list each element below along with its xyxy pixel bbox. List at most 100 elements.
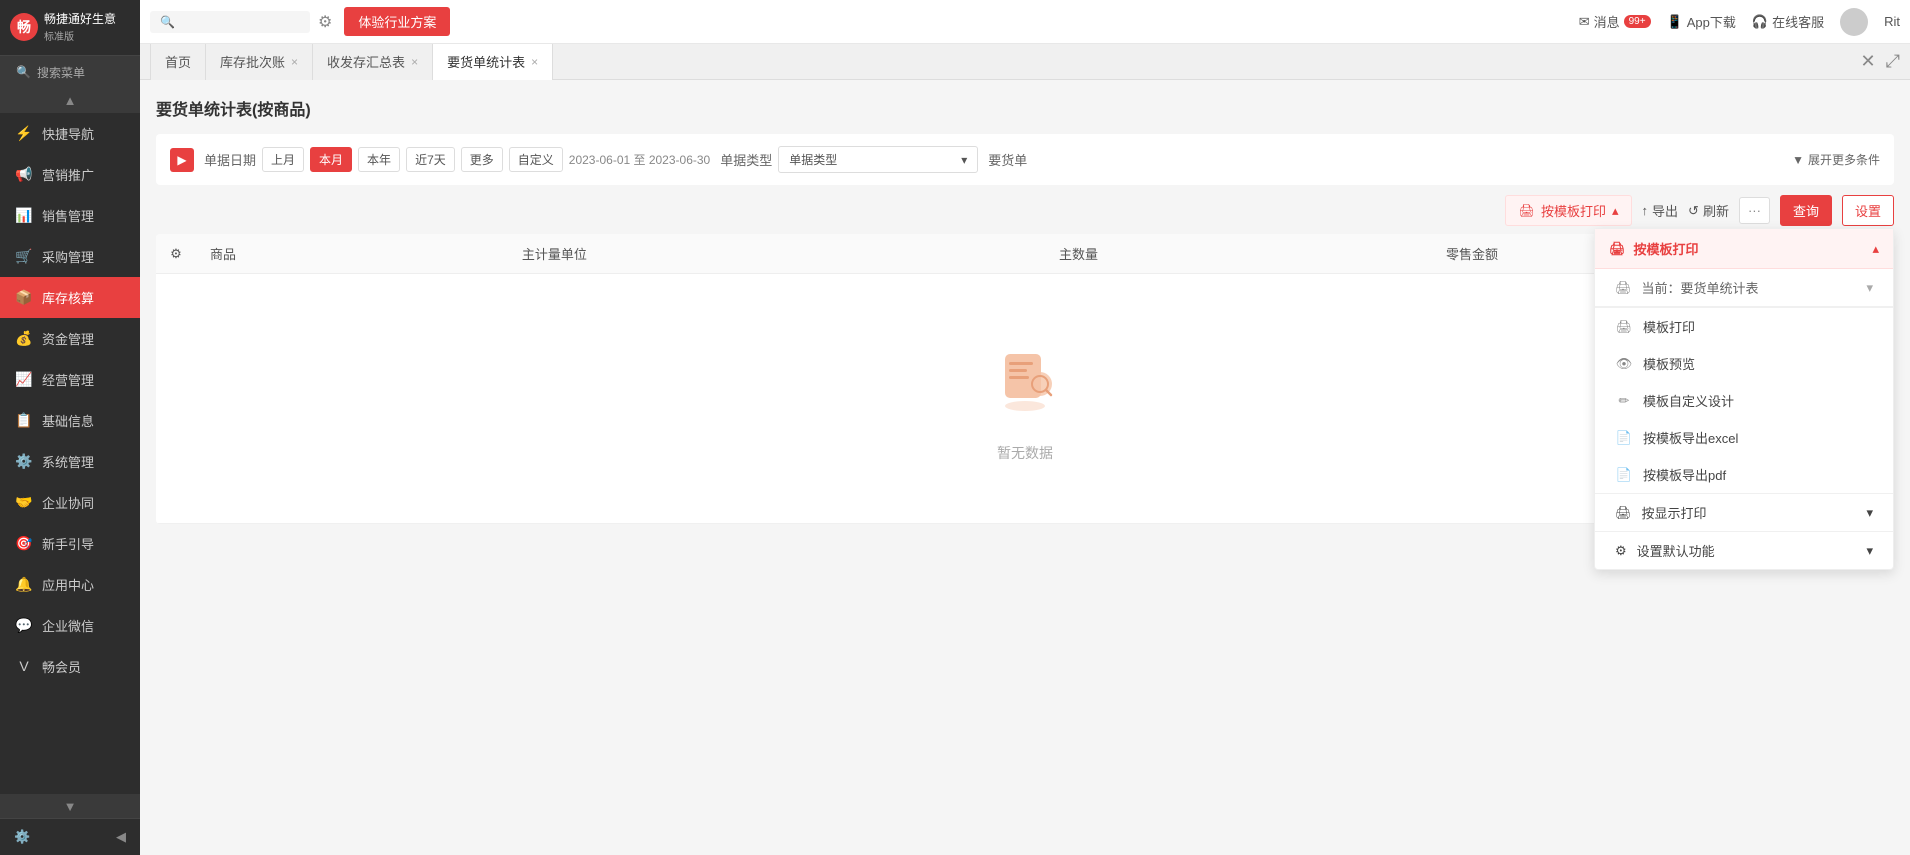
main-area: 🔍 ⚙ 体验行业方案 ✉ 消息 99+ 📱 App下载 🎧 在线客服 Rit <box>140 0 1910 855</box>
topbar-gear-icon[interactable]: ⚙ <box>318 12 332 32</box>
date-btn-prev-month[interactable]: 上月 <box>262 147 304 172</box>
trial-btn[interactable]: 体验行业方案 <box>344 7 450 36</box>
date-btn-custom[interactable]: 自定义 <box>509 147 563 172</box>
dropdown-title: 按模板打印 <box>1634 239 1699 258</box>
sidebar-item-basic[interactable]: 📋 基础信息 <box>0 400 140 441</box>
col-gear[interactable]: ⚙ <box>156 234 196 274</box>
query-btn[interactable]: 查询 <box>1780 195 1832 226</box>
maximize-btn[interactable]: ⤢ <box>1886 51 1900 72</box>
export-btn[interactable]: ↑ 导出 <box>1642 201 1679 220</box>
sidebar-item-wechat[interactable]: 💬 企业微信 <box>0 605 140 646</box>
sidebar-item-quick-nav[interactable]: ⚡ 快捷导航 <box>0 113 140 154</box>
current-icon: 🖨 <box>1615 280 1632 296</box>
dropdown-header[interactable]: 🖨 按模板打印 ▴ <box>1595 229 1893 269</box>
user-avatar[interactable] <box>1840 8 1868 36</box>
sidebar-item-label: 企业协同 <box>42 493 94 512</box>
sidebar-search-label: 搜索菜单 <box>37 64 85 81</box>
sidebar-item-finance[interactable]: 💰 资金管理 <box>0 318 140 359</box>
basic-icon: 📋 <box>14 412 34 429</box>
tab-home-label: 首页 <box>165 52 191 71</box>
sidebar-item-inventory[interactable]: 📦 库存核算 <box>0 277 140 318</box>
dropdown-item-template-design[interactable]: ✏ 模板自定义设计 <box>1595 382 1893 419</box>
sidebar-item-label: 营销推广 <box>42 165 94 184</box>
sidebar-nav: ⚡ 快捷导航 📢 营销推广 📊 销售管理 🛒 采购管理 📦 库存核算 💰 资金管… <box>0 113 140 794</box>
dropdown-item-template-excel[interactable]: 📄 按模板导出excel <box>1595 419 1893 456</box>
tab-order-stats-close[interactable]: × <box>531 55 538 69</box>
dropdown-item-template-preview[interactable]: 👁 模板预览 <box>1595 345 1893 382</box>
print-dropdown-popup: 🖨 按模板打印 ▴ 🖨 当前：要货单统计表 ▾ 🖨 模板打印 <box>1594 228 1894 570</box>
sidebar-item-label: 应用中心 <box>42 575 94 594</box>
set-default-label: 设置默认功能 <box>1637 541 1715 560</box>
topbar-search-input[interactable] <box>175 15 285 29</box>
sidebar-collapse-icon[interactable]: ◀ <box>116 829 126 845</box>
expand-conditions-btn[interactable]: ▼ 展开更多条件 <box>1792 151 1880 168</box>
dropdown-item-display-print[interactable]: 🖨 按显示打印 ▾ <box>1595 494 1893 531</box>
display-print-icon: 🖨 <box>1615 505 1632 521</box>
date-btn-this-year[interactable]: 本年 <box>358 147 400 172</box>
tab-batch-accounts-close[interactable]: × <box>291 55 298 69</box>
sidebar-item-purchase[interactable]: 🛒 采购管理 <box>0 236 140 277</box>
sidebar-item-marketing[interactable]: 📢 营销推广 <box>0 154 140 195</box>
phone-icon: 📱 <box>1667 14 1683 30</box>
set-default-chevron: ▾ <box>1866 543 1873 559</box>
date-btn-more[interactable]: 更多 <box>461 147 503 172</box>
sidebar-item-label: 采购管理 <box>42 247 94 266</box>
order-type-value: 单据类型 <box>789 151 837 168</box>
page-title: 要货单统计表(按商品) <box>156 96 1894 120</box>
set-default-icon: ⚙ <box>1615 543 1627 559</box>
sidebar-item-collab[interactable]: 🤝 企业协同 <box>0 482 140 523</box>
tab-collection-summary-close[interactable]: × <box>411 55 418 69</box>
dropdown-item-template-pdf[interactable]: 📄 按模板导出pdf <box>1595 456 1893 493</box>
wechat-icon: 💬 <box>14 617 34 634</box>
sidebar-item-appstore[interactable]: 🔔 应用中心 <box>0 564 140 605</box>
marketing-icon: 📢 <box>14 166 34 183</box>
date-btn-this-month[interactable]: 本月 <box>310 147 352 172</box>
guide-icon: 🎯 <box>14 535 34 552</box>
sidebar-item-guide[interactable]: 🎯 新手引导 <box>0 523 140 564</box>
sidebar-item-operation[interactable]: 📈 经营管理 <box>0 359 140 400</box>
sidebar-item-system[interactable]: ⚙️ 系统管理 <box>0 441 140 482</box>
print-template-btn[interactable]: 🖨 按模板打印 ▴ <box>1505 195 1631 226</box>
order-type-select[interactable]: 单据类型 ▾ <box>778 146 978 173</box>
display-print-label: 按显示打印 <box>1642 503 1707 522</box>
app-download-btn[interactable]: 📱 App下载 <box>1667 12 1736 31</box>
topbar-search-box[interactable]: 🔍 <box>150 11 310 33</box>
sidebar-item-label: 畅会员 <box>42 657 81 676</box>
tab-batch-accounts[interactable]: 库存批次账 × <box>206 44 313 80</box>
refresh-btn[interactable]: ↺ 刷新 <box>1688 201 1729 220</box>
tab-home[interactable]: 首页 <box>150 44 206 80</box>
logo-text: 畅捷通好生意 标准版 <box>44 12 116 43</box>
sidebar-item-sales[interactable]: 📊 销售管理 <box>0 195 140 236</box>
date-btn-7days[interactable]: 近7天 <box>406 147 455 172</box>
sidebar-search[interactable]: 🔍 搜索菜单 <box>0 56 140 89</box>
chevron-down-icon: ▾ <box>961 153 967 167</box>
messages-btn[interactable]: ✉ 消息 99+ <box>1579 12 1651 31</box>
filter-expand-arrow[interactable]: ▶ <box>170 148 194 172</box>
tab-collection-summary[interactable]: 收发存汇总表 × <box>313 44 433 80</box>
sidebar-settings-icon[interactable]: ⚙️ <box>14 829 30 845</box>
template-print-label: 模板打印 <box>1643 317 1695 336</box>
close-all-btn[interactable]: ✕ <box>1861 51 1876 72</box>
col-quantity: 主数量 <box>1045 234 1432 274</box>
tab-order-stats[interactable]: 要货单统计表 × <box>433 44 553 80</box>
online-service-btn[interactable]: 🎧 在线客服 <box>1752 12 1824 31</box>
scroll-down-btn[interactable]: ▼ <box>0 794 140 818</box>
sidebar-item-member[interactable]: V 畅会员 <box>0 646 140 687</box>
sidebar-item-label: 库存核算 <box>42 288 94 307</box>
current-label-text: 当前：要货单统计表 <box>1642 278 1759 297</box>
current-template-label[interactable]: 🖨 当前：要货单统计表 ▾ <box>1595 269 1893 307</box>
dropdown-item-set-default[interactable]: ⚙ 设置默认功能 ▾ <box>1595 532 1893 569</box>
sidebar-item-label: 销售管理 <box>42 206 94 225</box>
dropdown-item-template-print[interactable]: 🖨 模板打印 <box>1595 308 1893 345</box>
sales-icon: 📊 <box>14 207 34 224</box>
more-options-btn[interactable]: ··· <box>1739 197 1770 224</box>
search-icon: 🔍 <box>16 65 31 79</box>
topbar-search-icon: 🔍 <box>160 15 175 29</box>
settings-btn[interactable]: 设置 <box>1842 195 1894 226</box>
scroll-up-btn[interactable]: ▲ <box>0 89 140 113</box>
col-unit: 主计量单位 <box>508 234 1045 274</box>
template-preview-label: 模板预览 <box>1643 354 1695 373</box>
print-chevron-up: ▴ <box>1612 203 1619 219</box>
sidebar-item-label: 资金管理 <box>42 329 94 348</box>
filter-bar: ▶ 单据日期 上月 本月 本年 近7天 更多 自定义 2023-06-01 至 … <box>156 134 1894 185</box>
